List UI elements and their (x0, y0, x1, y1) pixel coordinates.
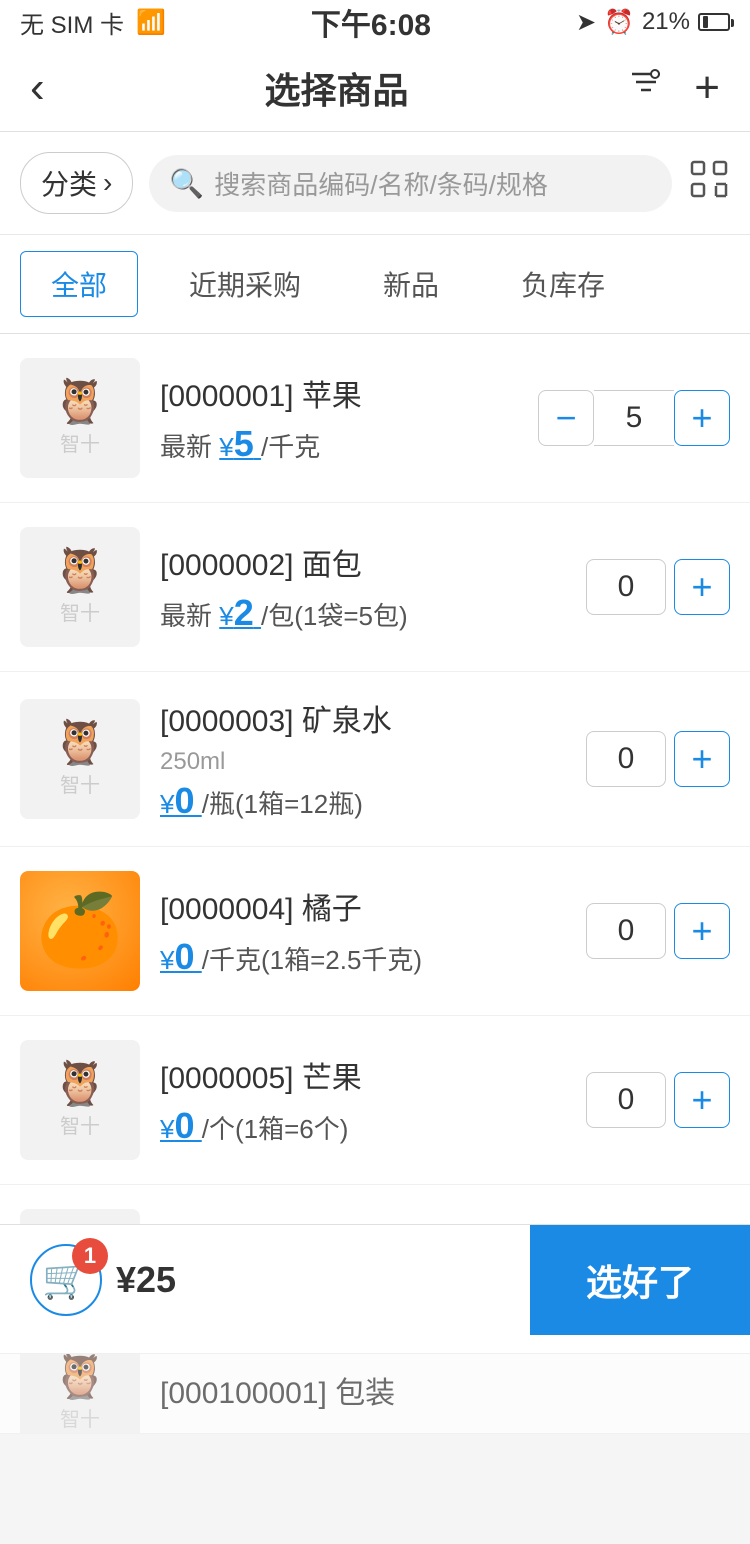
brand-watermark: 智十 (60, 597, 100, 626)
quantity-input[interactable] (586, 903, 666, 959)
search-box[interactable]: 🔍 搜索商品编码/名称/条码/规格 (149, 155, 672, 212)
orange-image: 🍊 (20, 871, 140, 991)
product-info: [0000002] 面包 最新 ¥2 /包(1袋=5包) (160, 540, 566, 634)
product-name: [0000003] 矿泉水 (160, 696, 566, 740)
chevron-right-icon: › (103, 167, 112, 199)
tab-bar: 全部 近期采购 新品 负库存 (0, 235, 750, 334)
product-image: 🦉 智十 (20, 1354, 140, 1434)
battery-icon (698, 13, 730, 31)
tab-new[interactable]: 新品 (352, 251, 470, 317)
list-item: 🦉 智十 [0000002] 面包 最新 ¥2 /包(1袋=5包) + (0, 503, 750, 672)
product-image: 🦉 智十 (20, 699, 140, 819)
nav-bar: ‹ 选择商品 + (0, 44, 750, 132)
status-right: ➤ ⏰ 21% (576, 8, 730, 37)
cart-badge: 1 (72, 1238, 108, 1274)
cart-section: 🛒 1 ¥25 (0, 1244, 530, 1316)
quantity-input[interactable] (586, 1072, 666, 1128)
time-label: 下午6:08 (311, 0, 431, 44)
increase-button[interactable]: + (674, 903, 730, 959)
carrier-label: 无 SIM 卡 (20, 5, 124, 40)
back-button[interactable]: ‹ (30, 63, 45, 113)
product-price: ¥0 /瓶(1箱=12瓶) (160, 780, 566, 822)
search-icon: 🔍 (169, 167, 204, 200)
location-icon: ➤ (576, 8, 596, 37)
scan-button[interactable] (688, 158, 730, 209)
tab-recent[interactable]: 近期采购 (158, 251, 332, 317)
cart-total: ¥25 (116, 1259, 176, 1301)
quantity-control: + (586, 1072, 730, 1128)
increase-button[interactable]: + (674, 731, 730, 787)
add-icon[interactable]: + (694, 63, 720, 113)
quantity-control: − + (538, 390, 730, 446)
increase-button[interactable]: + (674, 1072, 730, 1128)
quantity-input[interactable] (594, 390, 674, 446)
brand-watermark: 智十 (60, 1403, 100, 1432)
battery-label: 21% (642, 8, 690, 36)
brand-watermark: 智十 (60, 428, 100, 457)
decrease-button[interactable]: − (538, 390, 594, 446)
status-bar: 无 SIM 卡 📶 下午6:08 ➤ ⏰ 21% (0, 0, 750, 44)
product-price: 最新 ¥5 /千克 (160, 423, 518, 465)
product-info: [0000001] 苹果 最新 ¥5 /千克 (160, 371, 518, 465)
quantity-control: + (586, 903, 730, 959)
wifi-icon: 📶 (136, 8, 166, 37)
product-price: ¥0 /千克(1箱=2.5千克) (160, 936, 566, 978)
product-info: [0000005] 芒果 ¥0 /个(1箱=6个) (160, 1053, 566, 1147)
increase-button[interactable]: + (674, 559, 730, 615)
owl-icon: 🦉 (53, 549, 108, 593)
list-item: 🦉 智十 [0000005] 芒果 ¥0 /个(1箱=6个) + (0, 1016, 750, 1185)
product-image: 🍊 (20, 871, 140, 991)
search-placeholder: 搜索商品编码/名称/条码/规格 (214, 165, 548, 202)
list-item: 🍊 [0000004] 橘子 ¥0 /千克(1箱=2.5千克) + (0, 847, 750, 1016)
product-name: [0000004] 橘子 (160, 884, 566, 928)
quantity-input[interactable] (586, 731, 666, 787)
product-name: [0000002] 面包 (160, 540, 566, 584)
bottom-bar: 🛒 1 ¥25 选好了 (0, 1224, 750, 1334)
product-info: [000100001] 包装 (160, 1368, 730, 1420)
product-image: 🦉 智十 (20, 358, 140, 478)
alarm-icon: ⏰ (604, 8, 634, 37)
nav-actions: + (628, 63, 720, 113)
product-name: [0000001] 苹果 (160, 371, 518, 415)
list-item: 🦉 智十 [0000001] 苹果 最新 ¥5 /千克 − + (0, 334, 750, 503)
product-price: ¥0 /个(1箱=6个) (160, 1105, 566, 1147)
product-image: 🦉 智十 (20, 1040, 140, 1160)
owl-icon: 🦉 (53, 380, 108, 424)
product-spec: 250ml (160, 748, 566, 776)
cart-button[interactable]: 🛒 1 (30, 1244, 102, 1316)
owl-icon: 🦉 (53, 1355, 108, 1399)
list-item: 🦉 智十 [0000003] 矿泉水 250ml ¥0 /瓶(1箱=12瓶) + (0, 672, 750, 847)
quantity-input[interactable] (586, 559, 666, 615)
brand-watermark: 智十 (60, 1110, 100, 1139)
page-title: 选择商品 (264, 62, 408, 114)
product-price: 最新 ¥2 /包(1袋=5包) (160, 592, 566, 634)
product-image: 🦉 智十 (20, 527, 140, 647)
tab-all[interactable]: 全部 (20, 251, 138, 317)
tab-negative[interactable]: 负库存 (490, 251, 636, 317)
owl-icon: 🦉 (53, 721, 108, 765)
product-name: [000100001] 包装 (160, 1368, 730, 1412)
filter-icon[interactable] (628, 65, 664, 111)
brand-watermark: 智十 (60, 769, 100, 798)
filter-bar: 分类 › 🔍 搜索商品编码/名称/条码/规格 (0, 132, 750, 235)
status-left: 无 SIM 卡 📶 (20, 5, 166, 40)
product-name: [0000005] 芒果 (160, 1053, 566, 1097)
list-item: 🦉 智十 [000100001] 包装 (0, 1354, 750, 1434)
quantity-control: + (586, 559, 730, 615)
owl-icon: 🦉 (53, 1062, 108, 1106)
confirm-button[interactable]: 选好了 (530, 1225, 750, 1335)
product-info: [0000004] 橘子 ¥0 /千克(1箱=2.5千克) (160, 884, 566, 978)
increase-button[interactable]: + (674, 390, 730, 446)
quantity-control: + (586, 731, 730, 787)
category-button[interactable]: 分类 › (20, 152, 133, 214)
product-info: [0000003] 矿泉水 250ml ¥0 /瓶(1箱=12瓶) (160, 696, 566, 822)
